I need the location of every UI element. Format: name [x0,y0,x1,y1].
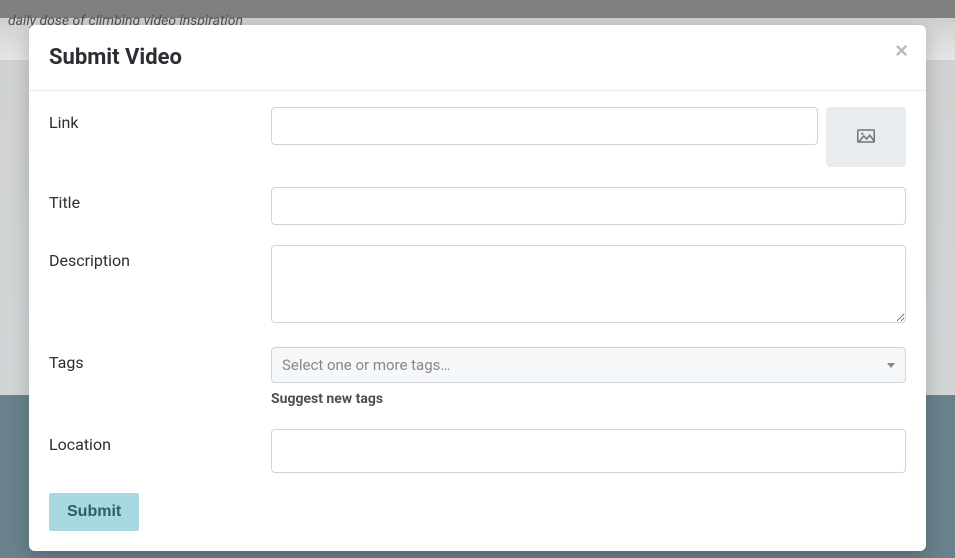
tags-select[interactable]: Select one or more tags… [271,347,906,383]
location-input[interactable] [271,429,906,473]
link-field-wrap [271,107,906,167]
description-field-wrap [271,245,906,327]
title-input[interactable] [271,187,906,225]
link-input[interactable] [271,107,818,145]
row-tags: Tags Select one or more tags… [49,347,906,383]
row-description: Description [49,245,906,327]
thumbnail-button[interactable] [826,107,906,167]
submit-button[interactable]: Submit [49,493,139,531]
tags-field-wrap: Select one or more tags… [271,347,906,383]
suggest-spacer [49,391,271,407]
title-label: Title [49,187,261,212]
location-label: Location [49,429,261,454]
row-suggest-tags: Suggest new tags [49,391,906,407]
suggest-tags-link[interactable]: Suggest new tags [271,391,383,407]
description-input[interactable] [271,245,906,323]
chevron-down-icon [887,363,895,368]
close-button[interactable]: × [895,40,908,62]
row-location: Location [49,429,906,473]
location-field-wrap [271,429,906,473]
modal-body: Link Title [29,91,926,551]
title-field-wrap [271,187,906,225]
tags-placeholder: Select one or more tags… [282,356,450,374]
modal-header: Submit Video × [29,25,926,91]
tags-label: Tags [49,347,261,372]
row-link: Link [49,107,906,167]
submit-video-modal: Submit Video × Link Title [29,25,926,551]
modal-title: Submit Video [49,45,906,70]
row-title: Title [49,187,906,225]
image-icon [857,129,875,146]
description-label: Description [49,245,261,270]
link-label: Link [49,107,261,132]
